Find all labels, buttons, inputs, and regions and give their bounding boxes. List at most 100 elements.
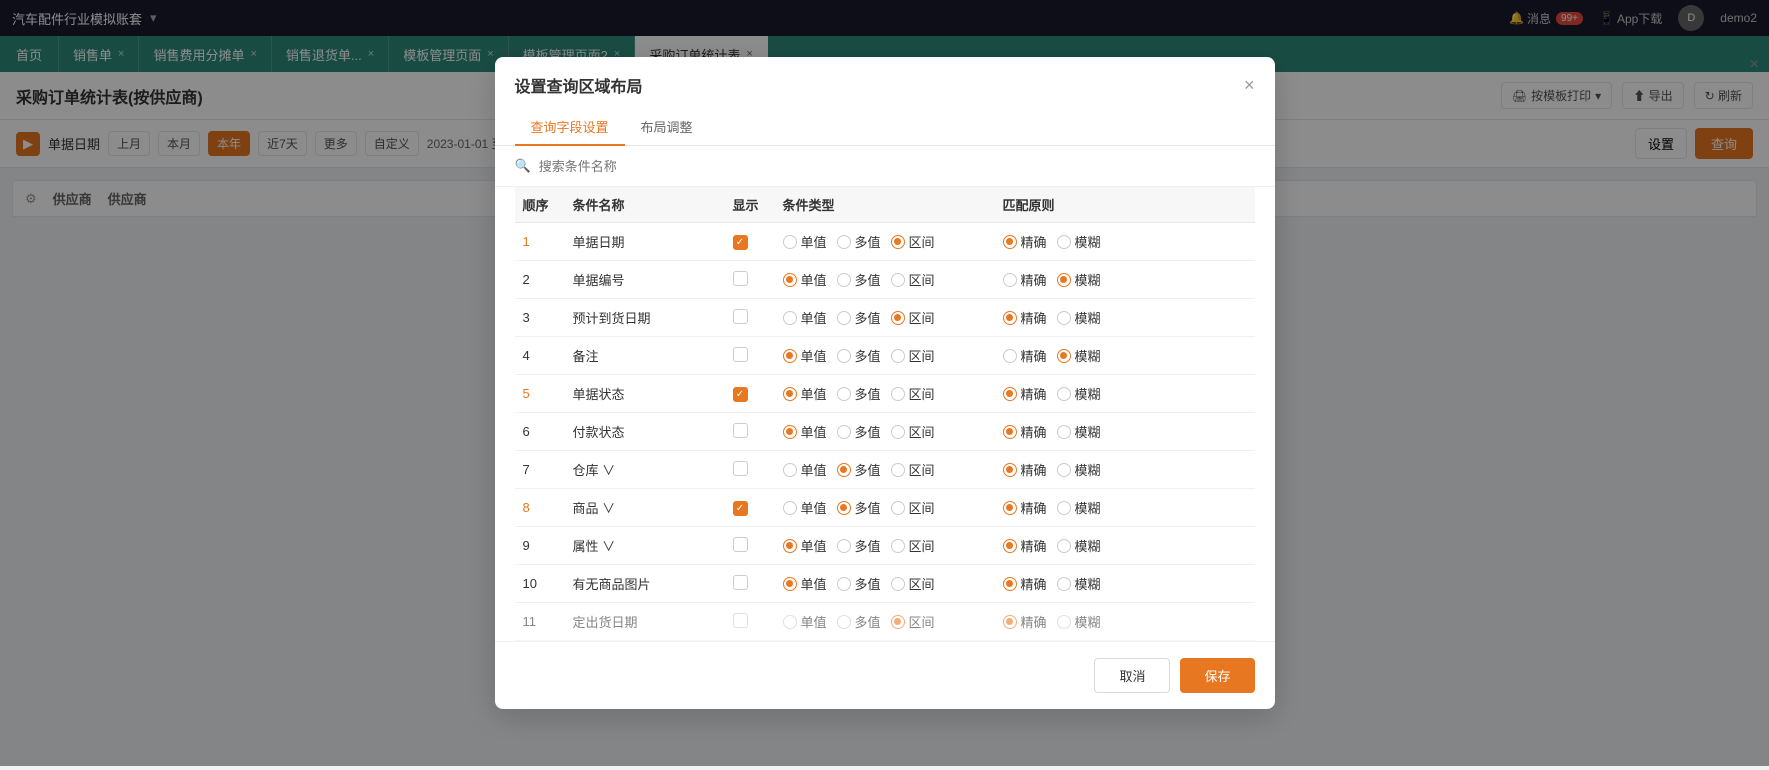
row5-fuzzy[interactable]: 模糊 [1057,384,1101,403]
row3-multi[interactable]: 多值 [837,308,881,327]
row11-checkbox[interactable] [733,613,748,628]
row10-rule: 精确 模糊 [995,574,1195,593]
row4-range[interactable]: 区间 [891,346,935,365]
row7-display[interactable] [725,461,775,479]
row9-display[interactable] [725,537,775,555]
radio-circle [837,273,851,287]
row2-fuzzy[interactable]: 模糊 [1057,270,1101,289]
row11-multi[interactable]: 多值 [837,612,881,631]
row10-exact[interactable]: 精确 [1003,574,1047,593]
row9-single[interactable]: 单值 [783,536,827,555]
row8-fuzzy[interactable]: 模糊 [1057,498,1101,517]
row8-range[interactable]: 区间 [891,498,935,517]
dialog-title: 设置查询区域布局 [515,73,643,97]
row5-multi[interactable]: 多值 [837,384,881,403]
row3-single[interactable]: 单值 [783,308,827,327]
search-input[interactable] [539,159,1255,174]
row8-display[interactable] [725,499,775,516]
row9-multi[interactable]: 多值 [837,536,881,555]
row2-checkbox[interactable] [733,271,748,286]
row4-exact[interactable]: 精确 [1003,346,1047,365]
row11-exact[interactable]: 精确 [1003,612,1047,631]
row9-checkbox[interactable] [733,537,748,552]
row7-single[interactable]: 单值 [783,460,827,479]
row5-checkbox[interactable] [733,387,748,402]
row2-multi[interactable]: 多值 [837,270,881,289]
row11-display[interactable] [725,613,775,631]
row11-fuzzy[interactable]: 模糊 [1057,612,1101,631]
row4-multi[interactable]: 多值 [837,346,881,365]
cancel-button[interactable]: 取消 [1094,658,1170,693]
row7-exact[interactable]: 精确 [1003,460,1047,479]
row2-single[interactable]: 单值 [783,270,827,289]
row2-rule: 精确 模糊 [995,270,1195,289]
row6-multi[interactable]: 多值 [837,422,881,441]
row10-single[interactable]: 单值 [783,574,827,593]
row6-checkbox[interactable] [733,423,748,438]
row5-single[interactable]: 单值 [783,384,827,403]
save-button[interactable]: 保存 [1180,658,1254,693]
row10-range[interactable]: 区间 [891,574,935,593]
row10-display[interactable] [725,575,775,593]
row7-multi[interactable]: 多值 [837,460,881,479]
row11-range[interactable]: 区间 [891,612,935,631]
row6-exact[interactable]: 精确 [1003,422,1047,441]
radio-circle [783,311,797,325]
row3-fuzzy[interactable]: 模糊 [1057,308,1101,327]
row4-fuzzy[interactable]: 模糊 [1057,346,1101,365]
dialog-table-body: 顺序 条件名称 显示 条件类型 匹配原则 1 单据日期 单值 多值 区间 [495,187,1275,641]
row3-display[interactable] [725,309,775,327]
row2-range[interactable]: 区间 [891,270,935,289]
row1-single[interactable]: 单值 [783,232,827,251]
row2-order: 2 [515,272,565,287]
row11-single[interactable]: 单值 [783,612,827,631]
row10-checkbox[interactable] [733,575,748,590]
row1-fuzzy[interactable]: 模糊 [1057,232,1101,251]
row6-fuzzy[interactable]: 模糊 [1057,422,1101,441]
row9-range[interactable]: 区间 [891,536,935,555]
radio-circle-checked [1003,501,1017,515]
th-match-rule: 匹配原则 [995,195,1195,214]
row3-order: 3 [515,310,565,325]
row10-fuzzy[interactable]: 模糊 [1057,574,1101,593]
row8-checkbox[interactable] [733,501,748,516]
row4-display[interactable] [725,347,775,365]
row7-range[interactable]: 区间 [891,460,935,479]
row7-order: 7 [515,462,565,477]
row5-range[interactable]: 区间 [891,384,935,403]
row8-single[interactable]: 单值 [783,498,827,517]
row4-checkbox[interactable] [733,347,748,362]
row8-exact[interactable]: 精确 [1003,498,1047,517]
row2-display[interactable] [725,271,775,289]
row3-checkbox[interactable] [733,309,748,324]
row2-exact[interactable]: 精确 [1003,270,1047,289]
row10-multi[interactable]: 多值 [837,574,881,593]
radio-circle [891,577,905,591]
radio-circle [837,387,851,401]
row6-range[interactable]: 区间 [891,422,935,441]
row5-display[interactable] [725,385,775,402]
row1-display[interactable] [725,233,775,250]
row1-range[interactable]: 区间 [891,232,935,251]
row9-fuzzy[interactable]: 模糊 [1057,536,1101,555]
modal-overlay[interactable]: 设置查询区域布局 × 查询字段设置 布局调整 🔍 顺序 条件名称 显示 条件类型… [0,0,1769,766]
row2-type: 单值 多值 区间 [775,270,995,289]
row9-exact[interactable]: 精确 [1003,536,1047,555]
row3-exact[interactable]: 精确 [1003,308,1047,327]
tab-query-fields[interactable]: 查询字段设置 [515,109,625,146]
row5-exact[interactable]: 精确 [1003,384,1047,403]
row4-single[interactable]: 单值 [783,346,827,365]
row6-single[interactable]: 单值 [783,422,827,441]
radio-circle [891,349,905,363]
row1-multi[interactable]: 多值 [837,232,881,251]
row6-display[interactable] [725,423,775,441]
row7-checkbox[interactable] [733,461,748,476]
row3-range[interactable]: 区间 [891,308,935,327]
row7-fuzzy[interactable]: 模糊 [1057,460,1101,479]
row1-checkbox[interactable] [733,235,748,250]
dialog-close-btn[interactable]: × [1244,76,1255,94]
row8-multi[interactable]: 多值 [837,498,881,517]
radio-circle [1003,273,1017,287]
row1-exact[interactable]: 精确 [1003,232,1047,251]
tab-layout-adjust[interactable]: 布局调整 [625,109,709,146]
